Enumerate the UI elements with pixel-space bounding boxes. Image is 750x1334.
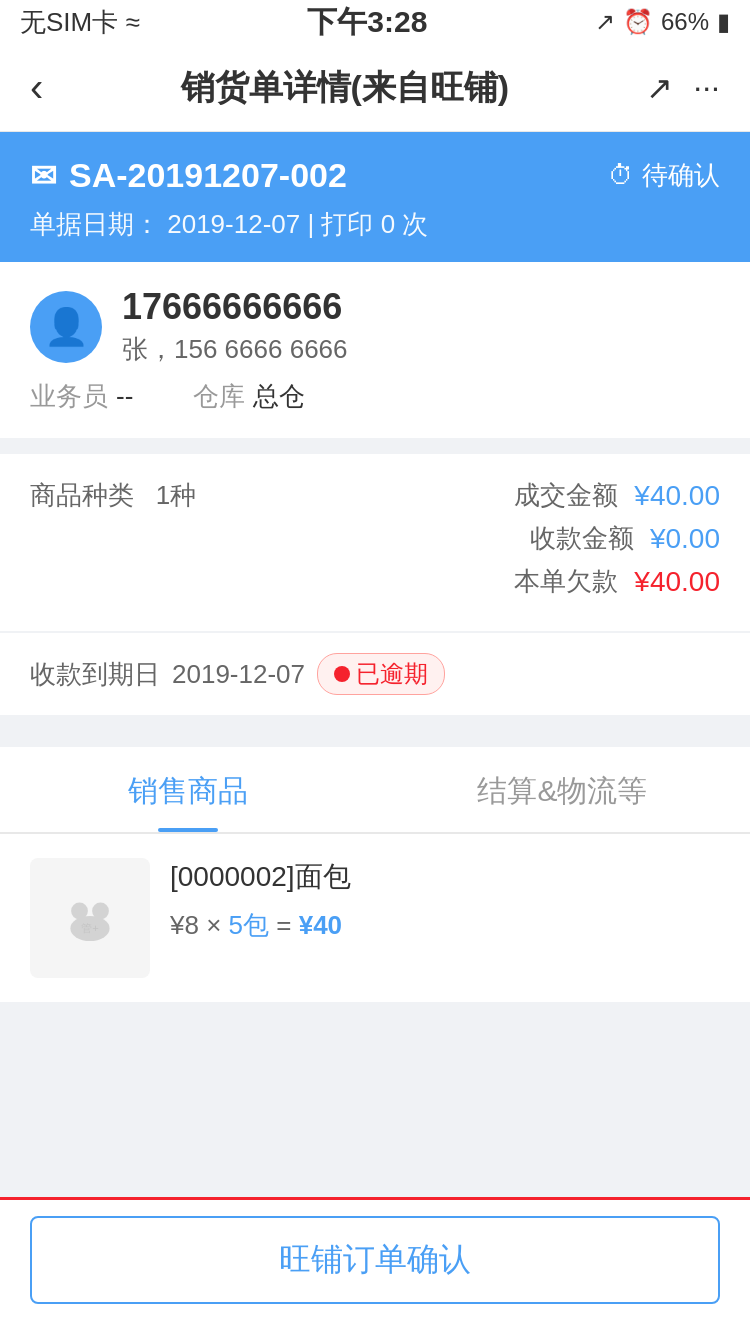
status-time: 下午3:28 <box>307 2 427 43</box>
status-bar: 无SIM卡 ≈ 下午3:28 ↗ ⏰ 66% ▮ <box>0 0 750 44</box>
product-type-value: 1种 <box>156 480 196 510</box>
owing-line: 本单欠款 ¥40.00 <box>514 564 720 599</box>
overdue-dot-icon <box>334 666 350 682</box>
clock-icon: ⏱ <box>608 160 634 191</box>
product-list: 管+ [0000002]面包 ¥8 × 5包 = ¥40 <box>0 834 750 1002</box>
product-name: [0000002]面包 <box>170 858 720 896</box>
divider-1 <box>0 438 750 454</box>
owing-label: 本单欠款 <box>514 564 618 599</box>
product-info: [0000002]面包 ¥8 × 5包 = ¥40 <box>170 858 720 943</box>
status-right: ↗ ⏰ 66% ▮ <box>595 8 730 36</box>
back-button[interactable]: ‹ <box>30 65 43 110</box>
page-title: 销货单详情(来自旺铺) <box>181 65 510 111</box>
summary-right: 成交金额 ¥40.00 收款金额 ¥0.00 本单欠款 ¥40.00 <box>514 478 720 607</box>
order-icon: ✉ <box>30 157 57 195</box>
alarm-icon: ⏰ <box>623 8 653 36</box>
more-icon[interactable]: ··· <box>693 69 720 106</box>
sales-label: 业务员 <box>30 379 108 414</box>
sales-meta: 业务员 -- <box>30 379 133 414</box>
overdue-text: 已逾期 <box>356 658 428 690</box>
svg-text:管+: 管+ <box>81 922 99 934</box>
receipt-label: 收款金额 <box>530 521 634 556</box>
due-date-card: 收款到期日 2019-12-07 已逾期 <box>0 633 750 715</box>
product-total: ¥40 <box>299 910 342 940</box>
product-item: 管+ [0000002]面包 ¥8 × 5包 = ¥40 <box>30 858 720 978</box>
status-text: 待确认 <box>642 158 720 193</box>
order-status: ⏱ 待确认 <box>608 158 720 193</box>
due-date-value: 2019-12-07 <box>172 659 305 690</box>
warehouse-label: 仓库 <box>193 379 245 414</box>
amount-line: 成交金额 ¥40.00 <box>514 478 720 513</box>
warehouse-value: 总仓 <box>253 379 305 414</box>
order-print-info: | 打印 0 次 <box>307 209 428 239</box>
tabs: 销售商品 结算&物流等 <box>0 747 750 834</box>
product-type-label: 商品种类 <box>30 480 134 510</box>
receipt-line: 收款金额 ¥0.00 <box>514 521 720 556</box>
amount-label: 成交金额 <box>514 478 618 513</box>
summary-left: 商品种类 1种 <box>30 478 196 513</box>
product-multiply: × <box>206 910 221 940</box>
order-date: 单据日期： 2019-12-07 | 打印 0 次 <box>30 207 720 242</box>
battery-icon: ▮ <box>717 8 730 36</box>
sim-status: 无SIM卡 ≈ <box>20 5 140 40</box>
nav-bar: ‹ 销货单详情(来自旺铺) ↗ ··· <box>0 44 750 132</box>
product-equals: = <box>276 910 291 940</box>
share-icon[interactable]: ↗ <box>646 69 673 107</box>
confirm-order-button[interactable]: 旺铺订单确认 <box>30 1216 720 1304</box>
customer-phone: 17666666666 <box>122 286 348 328</box>
nav-actions: ↗ ··· <box>646 69 720 107</box>
tab-sales-products[interactable]: 销售商品 <box>0 747 375 832</box>
receipt-value: ¥0.00 <box>650 523 720 555</box>
customer-avatar: 👤 <box>30 291 102 363</box>
order-date-value: 2019-12-07 <box>167 209 300 239</box>
overdue-badge: 已逾期 <box>317 653 445 695</box>
bottom-space <box>0 1002 750 1162</box>
summary-card: 商品种类 1种 成交金额 ¥40.00 收款金额 ¥0.00 本单欠款 ¥40.… <box>0 454 750 631</box>
product-unit-price: ¥8 <box>170 910 199 940</box>
owing-value: ¥40.00 <box>634 566 720 598</box>
product-price: ¥8 × 5包 = ¥40 <box>170 908 720 943</box>
product-qty: 5包 <box>229 910 269 940</box>
amount-value: ¥40.00 <box>634 480 720 512</box>
order-header: ✉ SA-20191207-002 ⏱ 待确认 单据日期： 2019-12-07… <box>0 132 750 262</box>
order-id-container: ✉ SA-20191207-002 <box>30 156 347 195</box>
bottom-bar: 旺铺订单确认 <box>0 1197 750 1334</box>
order-id-text: SA-20191207-002 <box>69 156 347 195</box>
avatar-icon: 👤 <box>44 306 89 348</box>
due-date-label: 收款到期日 <box>30 657 160 692</box>
customer-card: 👤 17666666666 张，156 6666 6666 业务员 -- 仓库 … <box>0 262 750 438</box>
tab-settlement[interactable]: 结算&物流等 <box>375 747 750 832</box>
product-thumb-icon: 管+ <box>55 883 125 953</box>
battery-level: 66% <box>661 8 709 36</box>
location-icon: ↗ <box>595 8 615 36</box>
customer-name: 张，156 6666 6666 <box>122 332 348 367</box>
sales-value: -- <box>116 381 133 412</box>
divider-2 <box>0 715 750 731</box>
customer-meta: 业务员 -- 仓库 总仓 <box>30 379 720 414</box>
product-thumbnail: 管+ <box>30 858 150 978</box>
status-left: 无SIM卡 ≈ <box>20 5 140 40</box>
warehouse-meta: 仓库 总仓 <box>193 379 305 414</box>
